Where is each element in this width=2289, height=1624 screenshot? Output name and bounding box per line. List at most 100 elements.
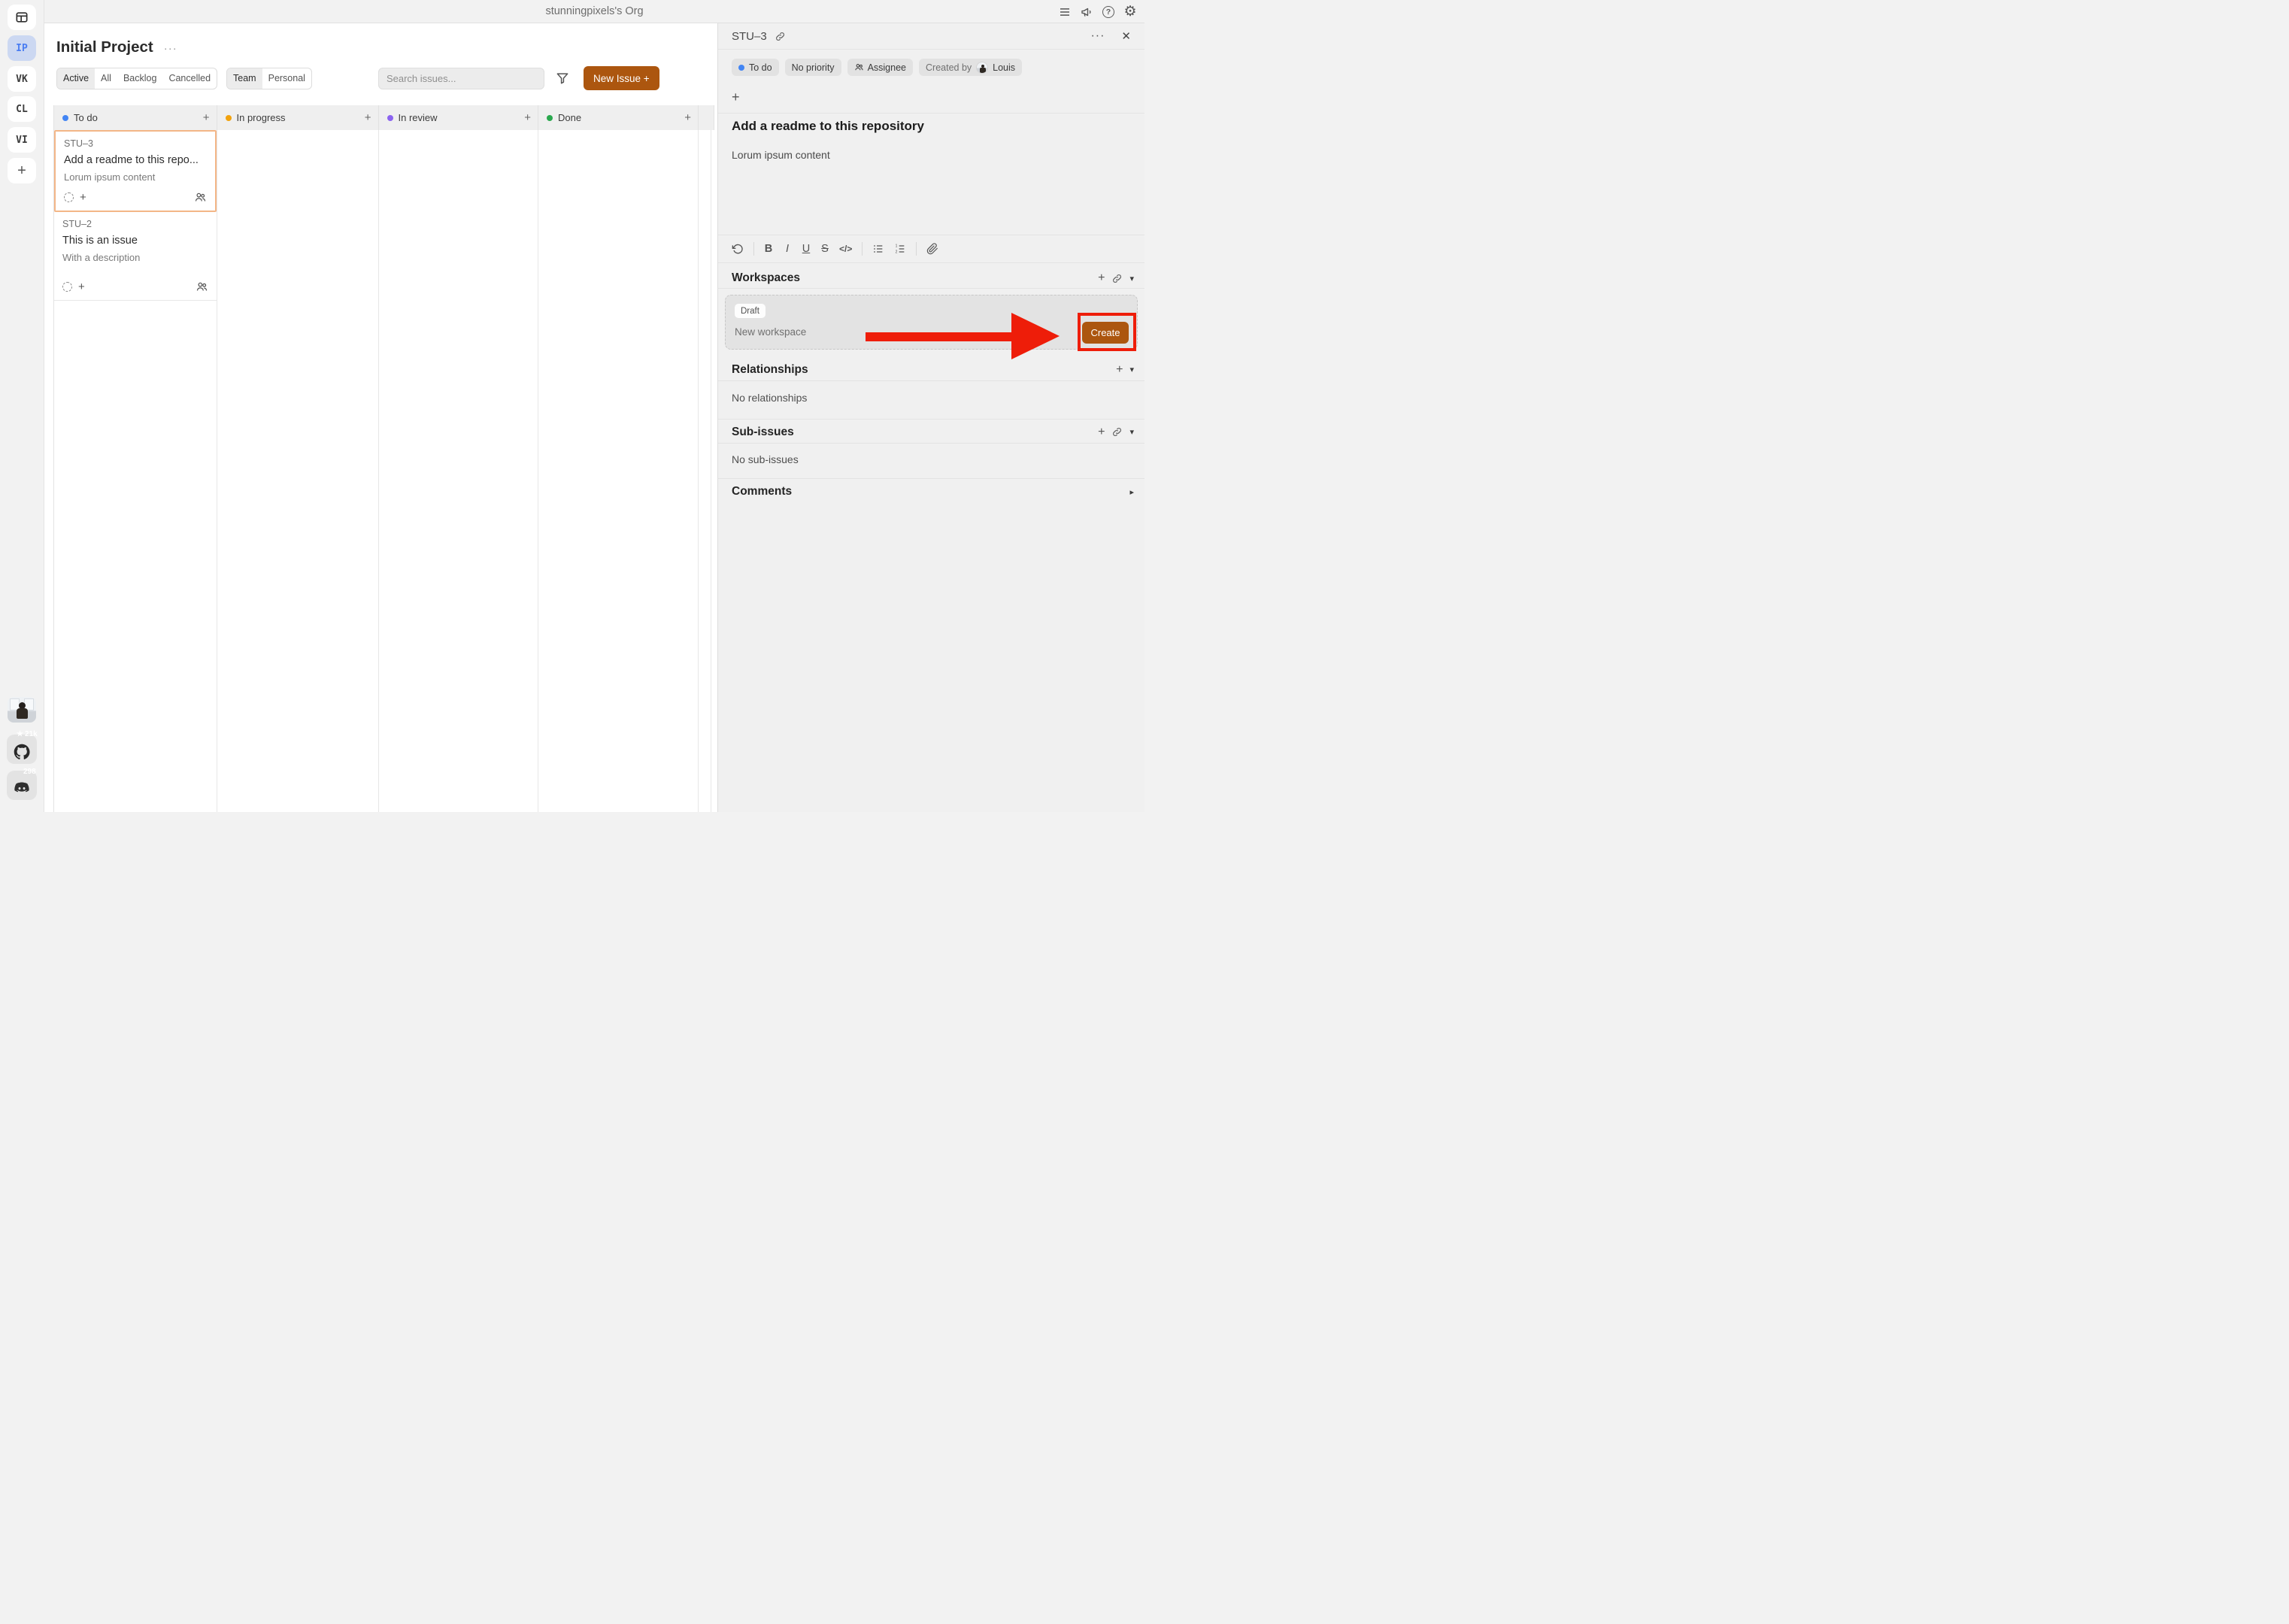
column-header-done: Done +: [538, 105, 699, 130]
help-glyph: ?: [1102, 6, 1114, 18]
tab-team[interactable]: Team: [227, 68, 262, 89]
column-todo: STU–3 Add a readme to this repo... Lorum…: [53, 130, 217, 812]
add-workspace-button[interactable]: +: [8, 158, 36, 183]
add-workspace-icon[interactable]: +: [1098, 271, 1105, 285]
new-issue-button[interactable]: New Issue +: [584, 66, 659, 90]
link-sub-issue-icon[interactable]: [1111, 426, 1123, 438]
copy-link-icon[interactable]: [775, 31, 786, 42]
comments-section-header: Comments ▸: [732, 480, 1134, 503]
attachment-paperclip-icon[interactable]: [926, 243, 938, 255]
board-more-icon[interactable]: ···: [164, 42, 177, 55]
bold-icon[interactable]: B: [764, 243, 773, 255]
chevron-down-icon[interactable]: ▾: [1129, 274, 1134, 283]
card-footer: +: [62, 280, 208, 293]
highlight-arrow: [866, 332, 1011, 341]
divider: [718, 443, 1144, 444]
panel-more-icon[interactable]: ···: [1090, 29, 1105, 43]
assignee-icon: [854, 62, 864, 72]
highlight-rectangle: [1078, 313, 1136, 351]
org-title: stunningpixels's Org: [545, 5, 643, 17]
numbered-list-icon[interactable]: 12: [894, 243, 906, 255]
bullet-list-icon[interactable]: [872, 243, 884, 255]
svg-text:2: 2: [896, 250, 898, 255]
plus-icon: +: [17, 162, 26, 180]
column-in-progress: [217, 130, 379, 812]
sidebar-workspace-ip[interactable]: IP: [8, 35, 36, 61]
discord-icon: [13, 780, 31, 798]
tab-all[interactable]: All: [95, 68, 117, 89]
discord-members-badge: 298: [19, 766, 41, 777]
star-icon: ★: [17, 730, 23, 738]
svg-text:1: 1: [896, 244, 898, 249]
announcements-icon[interactable]: [1080, 5, 1093, 19]
estimation-dashed-circle-icon[interactable]: [64, 192, 74, 202]
column-done: [538, 130, 699, 812]
created-by-badge[interactable]: Created by Louis: [919, 59, 1022, 76]
chevron-down-icon[interactable]: ▾: [1129, 427, 1134, 437]
toolbar-divider: [862, 242, 863, 256]
tab-backlog[interactable]: Backlog: [117, 68, 162, 89]
divider: [718, 478, 1144, 479]
assignee-badge[interactable]: Assignee: [847, 59, 913, 76]
add-sub-issue-icon[interactable]: +: [1098, 426, 1105, 439]
divider: [718, 288, 1144, 289]
issue-detail-title[interactable]: Add a readme to this repository: [732, 119, 924, 134]
card-plus-icon[interactable]: +: [78, 280, 85, 293]
code-icon[interactable]: </>: [839, 244, 852, 254]
link-workspace-icon[interactable]: [1111, 273, 1123, 284]
undo-icon[interactable]: [732, 243, 744, 255]
add-card-todo-icon[interactable]: +: [203, 111, 210, 124]
page-title: Initial Project: [56, 38, 153, 56]
add-attribute-icon[interactable]: +: [732, 89, 740, 105]
add-card-done-icon[interactable]: +: [684, 111, 691, 124]
in-review-status-dot: [387, 115, 393, 121]
panel-header: STU–3 ··· ✕: [718, 23, 1144, 50]
search-input[interactable]: [378, 68, 544, 89]
assignees-icon[interactable]: [196, 280, 208, 293]
add-card-in-review-icon[interactable]: +: [524, 111, 531, 124]
top-bar: stunningpixels's Org ? ⚙: [44, 0, 1144, 23]
sidebar-workspace-vi[interactable]: VI: [8, 127, 36, 153]
divider: [718, 419, 1144, 420]
tab-personal[interactable]: Personal: [262, 68, 311, 89]
board-title-row: Initial Project ···: [56, 38, 177, 56]
issue-description: With a description: [62, 252, 208, 263]
filter-bar: Active All Backlog Cancelled Team Person…: [56, 67, 659, 89]
add-relationship-icon[interactable]: +: [1116, 363, 1123, 377]
issue-detail-description[interactable]: Lorum ipsum content: [732, 149, 830, 161]
issue-card-stu-2[interactable]: STU–2 This is an issue With a descriptio…: [54, 212, 217, 301]
column-header-in-review: In review +: [379, 105, 539, 130]
user-avatar[interactable]: [8, 697, 36, 723]
close-icon[interactable]: ✕: [1121, 29, 1131, 43]
tab-active[interactable]: Active: [57, 68, 95, 89]
scope-filter-tabs: Team Personal: [226, 68, 312, 89]
priority-badge[interactable]: No priority: [785, 59, 841, 76]
chevron-right-icon[interactable]: ▸: [1129, 487, 1134, 497]
filter-funnel-icon[interactable]: [555, 71, 570, 86]
panel-layout-icon[interactable]: [8, 5, 36, 30]
chevron-down-icon[interactable]: ▾: [1129, 365, 1134, 374]
add-card-in-progress-icon[interactable]: +: [365, 111, 371, 124]
assignees-icon[interactable]: [194, 191, 207, 204]
board-area: Initial Project ··· Active All Backlog C…: [44, 23, 717, 812]
toolbar-divider: [753, 242, 754, 256]
card-plus-icon[interactable]: +: [80, 191, 86, 204]
sidebar-workspace-cl[interactable]: CL: [8, 96, 36, 122]
issue-card-stu-3[interactable]: STU–3 Add a readme to this repo... Lorum…: [54, 130, 217, 212]
italic-icon[interactable]: I: [783, 243, 792, 255]
workspace-name[interactable]: New workspace: [735, 326, 806, 338]
highlight-arrow-head: [1011, 313, 1060, 359]
status-badge[interactable]: To do: [732, 59, 779, 76]
estimation-dashed-circle-icon[interactable]: [62, 282, 72, 292]
sidebar-workspace-vk[interactable]: VK: [8, 66, 36, 92]
settings-gear-icon[interactable]: ⚙: [1123, 5, 1137, 19]
help-icon[interactable]: ?: [1102, 5, 1115, 19]
strikethrough-icon[interactable]: S: [820, 243, 829, 255]
left-sidebar: IP VK CL VI + ★ 21k 298: [0, 0, 44, 812]
menu-icon[interactable]: [1058, 5, 1072, 19]
tab-cancelled[interactable]: Cancelled: [162, 68, 217, 89]
issue-title: Add a readme to this repo...: [64, 154, 207, 166]
issue-detail-panel: STU–3 ··· ✕ To do No priority Assignee: [717, 23, 1144, 812]
divider: [718, 262, 1144, 263]
underline-icon[interactable]: U: [802, 243, 811, 255]
